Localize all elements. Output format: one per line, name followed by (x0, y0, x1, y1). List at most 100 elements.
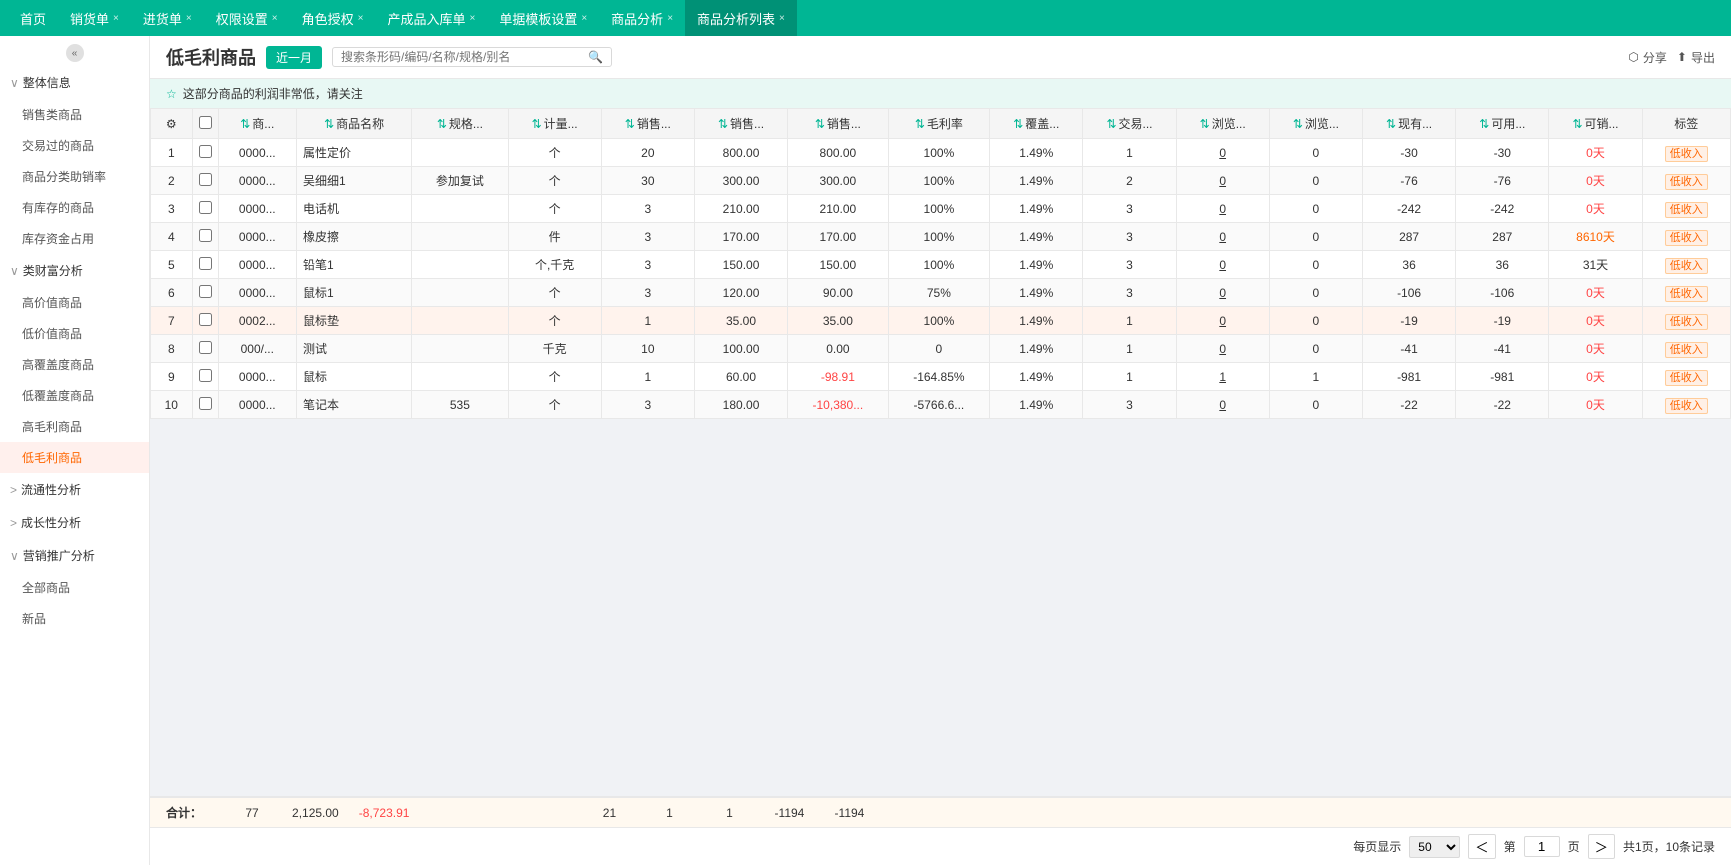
row-select-checkbox[interactable] (199, 397, 212, 410)
table-row: 5 0000... 铅笔1 个,千克 3 150.00 150.00 100% … (151, 251, 1731, 279)
col-views2[interactable]: ⇅浏览... (1269, 109, 1362, 139)
per-page-select[interactable]: 50 100 200 (1409, 836, 1460, 858)
col-spec[interactable]: ⇅规格... (412, 109, 508, 139)
select-all-checkbox[interactable] (199, 116, 212, 129)
close-icon[interactable]: × (581, 13, 587, 24)
col-current[interactable]: ⇅现有... (1362, 109, 1455, 139)
close-icon[interactable]: × (358, 13, 364, 24)
close-icon[interactable]: × (779, 13, 785, 24)
filter-recent-month-btn[interactable]: 近一月 (266, 46, 322, 69)
sidebar-group-growth[interactable]: > 成长性分析 (0, 506, 149, 539)
sidebar-item-sales-goods[interactable]: 销售类商品 (0, 99, 149, 130)
row-checkbox[interactable] (192, 167, 218, 195)
col-tag[interactable]: 标签 (1642, 109, 1730, 139)
sidebar-item-low-margin[interactable]: 低毛利商品 (0, 442, 149, 473)
row-sales-profit: -98.91 (788, 363, 889, 391)
sidebar-item-high-value[interactable]: 高价值商品 (0, 287, 149, 318)
row-select-checkbox[interactable] (199, 145, 212, 158)
next-page-btn[interactable]: ＞ (1588, 834, 1615, 859)
sidebar-group-overall[interactable]: ∨ 整体信息 (0, 66, 149, 99)
close-icon[interactable]: × (469, 13, 475, 24)
row-views1[interactable]: 0 (1176, 335, 1269, 363)
nav-home[interactable]: 首页 (8, 0, 58, 36)
row-checkbox[interactable] (192, 251, 218, 279)
sidebar-item-all-goods[interactable]: 全部商品 (0, 572, 149, 603)
row-views1[interactable]: 0 (1176, 307, 1269, 335)
row-views1[interactable]: 1 (1176, 363, 1269, 391)
sidebar-collapse-btn[interactable]: « (66, 44, 84, 62)
row-views1[interactable]: 0 (1176, 391, 1269, 419)
row-views1[interactable]: 0 (1176, 195, 1269, 223)
row-select-checkbox[interactable] (199, 229, 212, 242)
row-views1[interactable]: 0 (1176, 279, 1269, 307)
row-select-checkbox[interactable] (199, 341, 212, 354)
sidebar-item-new-goods[interactable]: 新品 (0, 603, 149, 634)
page-number-input[interactable] (1524, 836, 1560, 857)
row-checkbox[interactable] (192, 279, 218, 307)
nav-product-analysis[interactable]: 商品分析 × (599, 0, 685, 36)
sidebar-item-capital[interactable]: 库存资金占用 (0, 223, 149, 254)
nav-purchase[interactable]: 进货单 × (131, 0, 204, 36)
row-checkbox[interactable] (192, 223, 218, 251)
col-sales-profit[interactable]: ⇅销售... (788, 109, 889, 139)
sidebar-item-traded-goods[interactable]: 交易过的商品 (0, 130, 149, 161)
nav-template-settings[interactable]: 单据模板设置 × (487, 0, 599, 36)
col-margin-rate[interactable]: ⇅毛利率 (888, 109, 990, 139)
sidebar-item-category-rate[interactable]: 商品分类助销率 (0, 161, 149, 192)
row-checkbox[interactable] (192, 307, 218, 335)
close-icon[interactable]: × (667, 13, 673, 24)
row-code: 0000... (218, 195, 296, 223)
row-sellable: 0天 (1549, 167, 1642, 195)
sidebar-item-low-coverage[interactable]: 低覆盖度商品 (0, 380, 149, 411)
nav-permissions[interactable]: 权限设置 × (204, 0, 290, 36)
row-views1[interactable]: 0 (1176, 167, 1269, 195)
row-select-checkbox[interactable] (199, 369, 212, 382)
sidebar-item-high-coverage[interactable]: 高覆盖度商品 (0, 349, 149, 380)
nav-sales[interactable]: 销货单 × (58, 0, 131, 36)
close-icon[interactable]: × (113, 13, 119, 24)
footer-views1: 1 (639, 806, 699, 820)
nav-role-auth[interactable]: 角色授权 × (290, 0, 376, 36)
nav-product-analysis-list[interactable]: 商品分析列表 × (685, 0, 797, 36)
sidebar-item-in-stock[interactable]: 有库存的商品 (0, 192, 149, 223)
col-transaction[interactable]: ⇅交易... (1083, 109, 1176, 139)
export-btn[interactable]: ⬆ 导出 (1677, 49, 1715, 66)
col-sellable[interactable]: ⇅可销... (1549, 109, 1642, 139)
row-select-checkbox[interactable] (199, 285, 212, 298)
sidebar-group-flow[interactable]: > 流通性分析 (0, 473, 149, 506)
row-views1[interactable]: 0 (1176, 251, 1269, 279)
sidebar-item-low-value[interactable]: 低价值商品 (0, 318, 149, 349)
row-select-checkbox[interactable] (199, 173, 212, 186)
search-icon[interactable]: 🔍 (588, 50, 603, 64)
row-views2: 0 (1269, 279, 1362, 307)
col-sales-amount[interactable]: ⇅销售... (694, 109, 787, 139)
nav-product-entry[interactable]: 产成品入库单 × (375, 0, 487, 36)
row-select-checkbox[interactable] (199, 257, 212, 270)
col-coverage[interactable]: ⇅覆盖... (990, 109, 1083, 139)
close-icon[interactable]: × (186, 13, 192, 24)
col-select-all[interactable] (192, 109, 218, 139)
share-btn[interactable]: ⬡ 分享 (1628, 49, 1667, 66)
col-unit[interactable]: ⇅计量... (508, 109, 601, 139)
search-input[interactable] (341, 50, 588, 64)
row-views1[interactable]: 0 (1176, 139, 1269, 167)
col-settings[interactable]: ⚙ (151, 109, 193, 139)
row-checkbox[interactable] (192, 391, 218, 419)
row-checkbox[interactable] (192, 363, 218, 391)
sidebar-group-marketing[interactable]: ∨ 营销推广分析 (0, 539, 149, 572)
row-checkbox[interactable] (192, 195, 218, 223)
sidebar-item-high-margin[interactable]: 高毛利商品 (0, 411, 149, 442)
col-views1[interactable]: ⇅浏览... (1176, 109, 1269, 139)
row-views1[interactable]: 0 (1176, 223, 1269, 251)
col-sales-count[interactable]: ⇅销售... (601, 109, 694, 139)
row-checkbox[interactable] (192, 335, 218, 363)
row-select-checkbox[interactable] (199, 313, 212, 326)
col-available[interactable]: ⇅可用... (1456, 109, 1549, 139)
prev-page-btn[interactable]: ＜ (1468, 834, 1495, 859)
row-checkbox[interactable] (192, 139, 218, 167)
sidebar-group-wealth[interactable]: ∨ 类财富分析 (0, 254, 149, 287)
col-code[interactable]: ⇅商... (218, 109, 296, 139)
col-name[interactable]: ⇅商品名称 (296, 109, 411, 139)
close-icon[interactable]: × (272, 13, 278, 24)
row-select-checkbox[interactable] (199, 201, 212, 214)
